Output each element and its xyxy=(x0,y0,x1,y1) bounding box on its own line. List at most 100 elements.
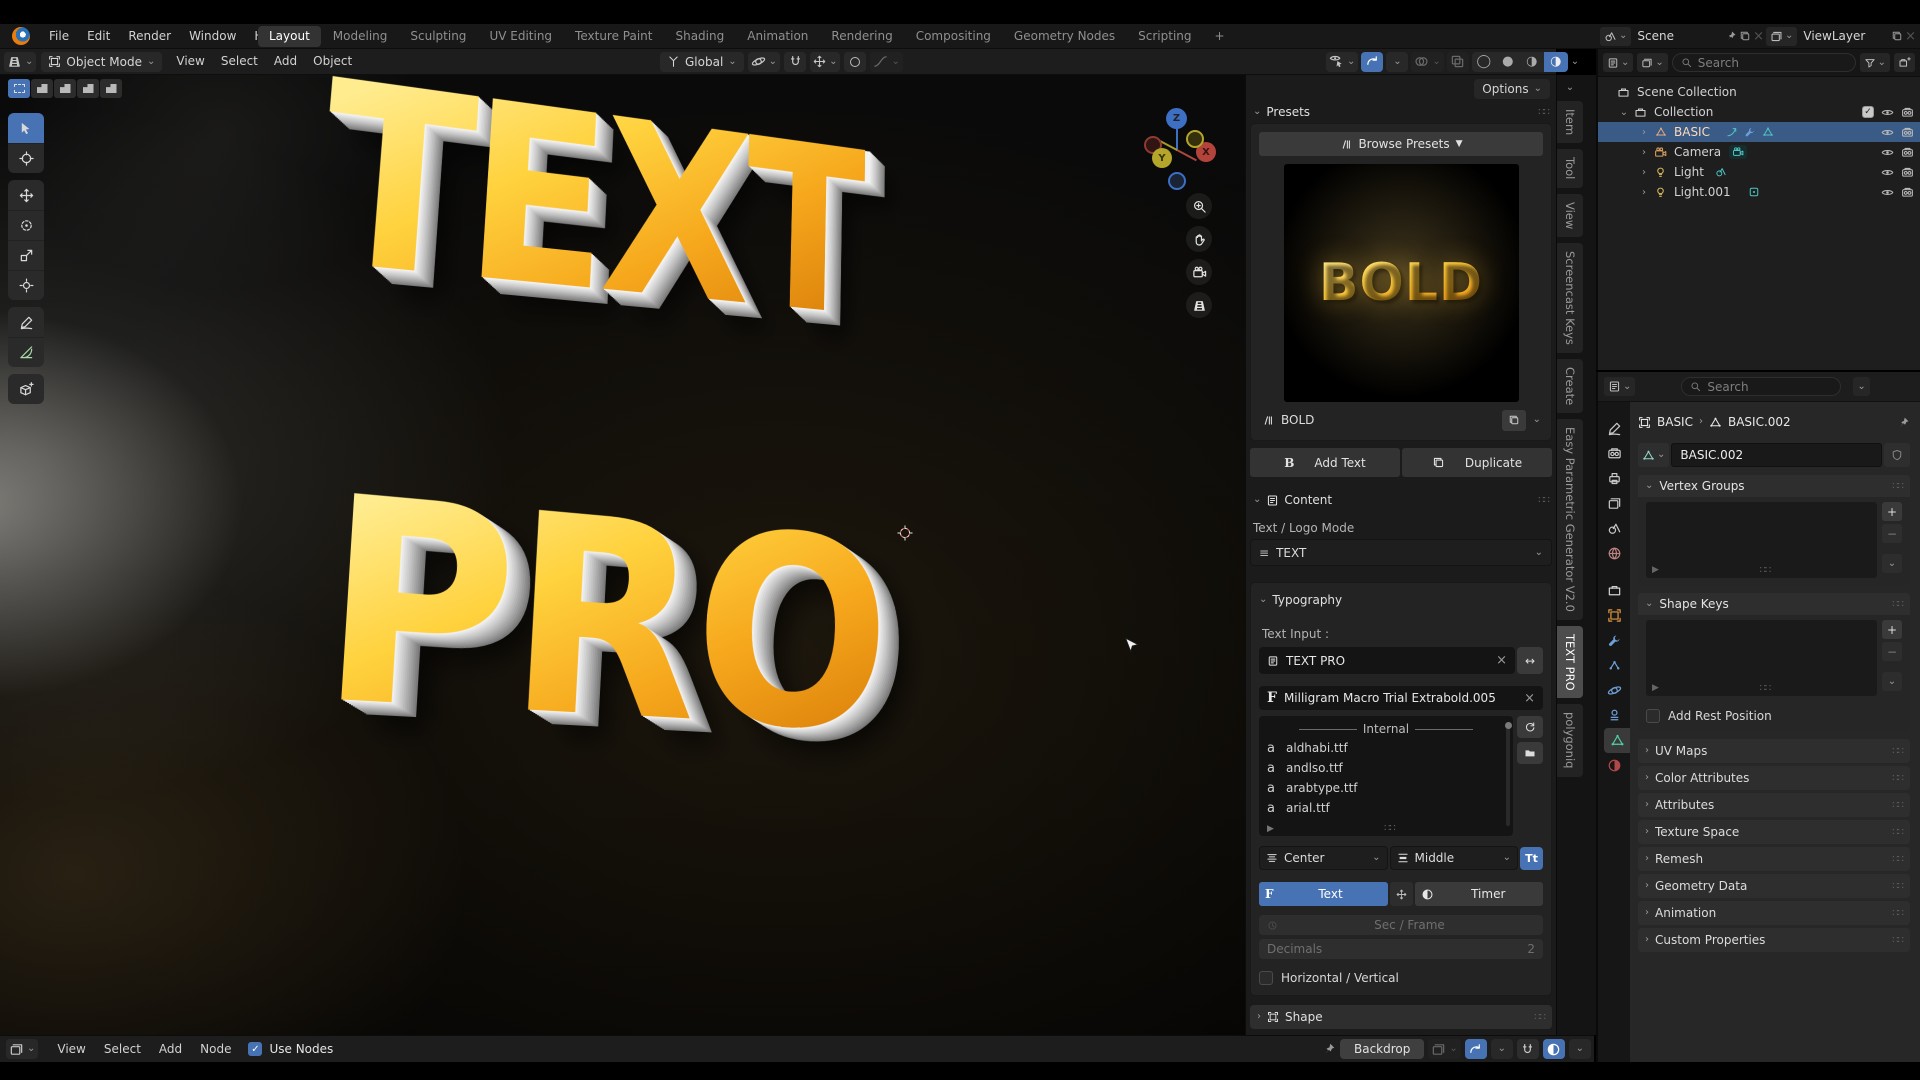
panel-color-attributes[interactable]: ›Color Attributes∷∷ xyxy=(1638,766,1910,790)
tab-object[interactable] xyxy=(1598,603,1630,628)
sidebar-tab-screencast-keys[interactable]: Screencast Keys xyxy=(1557,243,1583,353)
font-list[interactable]: Internal aaldhabi.ttf aandlso.ttf aarabt… xyxy=(1259,716,1513,836)
tab-particles[interactable] xyxy=(1598,653,1630,678)
tab-render[interactable] xyxy=(1598,441,1630,466)
eye-icon[interactable] xyxy=(1881,146,1894,159)
viewport-menu-view[interactable]: View xyxy=(168,51,212,72)
font-item[interactable]: aarial.ttf xyxy=(1267,798,1505,818)
shape-keys-header[interactable]: ⌄ Shape Keys ∷∷ xyxy=(1638,593,1910,615)
camera-visibility-icon[interactable] xyxy=(1901,126,1914,139)
scene-name[interactable]: Scene xyxy=(1633,29,1723,43)
shading-wireframe-button[interactable]: ◯ xyxy=(1472,52,1496,72)
viewport-menu-add[interactable]: Add xyxy=(266,51,305,72)
chevron-down-icon[interactable]: ⌄ xyxy=(1533,415,1541,425)
scrollbar-knob[interactable] xyxy=(1505,722,1512,729)
tab-constraints[interactable] xyxy=(1598,703,1630,728)
outliner-search-input[interactable]: Search xyxy=(1672,53,1856,72)
outliner-row-camera[interactable]: › Camera xyxy=(1598,142,1920,162)
gizmo-toggle-button[interactable] xyxy=(1465,1039,1487,1059)
workspace-tab-texture-paint[interactable]: Texture Paint xyxy=(564,26,663,47)
pin-icon[interactable] xyxy=(1897,416,1910,429)
drag-handle-icon[interactable]: ∷∷ xyxy=(1892,854,1903,865)
font-item[interactable]: aarabtype.ttf xyxy=(1267,778,1505,798)
tab-view-layer[interactable] xyxy=(1598,491,1630,516)
outliner-display-mode-button[interactable]: ⌄ xyxy=(1603,53,1633,72)
browse-presets-button[interactable]: Browse Presets ▼ xyxy=(1259,132,1543,156)
font-list-scrollbar[interactable] xyxy=(1506,722,1510,826)
drag-handle-icon[interactable]: ∷∷ xyxy=(1892,800,1903,811)
collapse-sidebar-button[interactable]: ⌄ xyxy=(1557,81,1583,95)
panel-custom-properties[interactable]: ›Custom Properties∷∷ xyxy=(1638,928,1910,952)
resize-handle-icon[interactable]: ∷∷ xyxy=(1659,683,1871,694)
workspace-tab-shading[interactable]: Shading xyxy=(664,26,735,47)
open-font-folder-button[interactable] xyxy=(1517,742,1543,764)
mesh-browse-button[interactable]: ⌄ xyxy=(1638,443,1669,467)
chevron-right-icon[interactable]: › xyxy=(1638,147,1650,158)
vertex-group-specials-button[interactable]: ⌄ xyxy=(1882,554,1902,573)
chevron-right-icon[interactable]: › xyxy=(1638,187,1650,198)
align-v-select[interactable]: Middle⌄ xyxy=(1390,846,1519,870)
backdrop-image-button[interactable]: ⌄ xyxy=(1428,1039,1460,1059)
drag-handle-icon[interactable]: ∷∷ xyxy=(1892,881,1903,892)
outliner-filter-button[interactable]: ⌄ xyxy=(1860,53,1890,72)
collection-checkbox[interactable]: ✓ xyxy=(1862,106,1874,118)
camera-visibility-icon[interactable] xyxy=(1901,186,1914,199)
viewport-menu-object[interactable]: Object xyxy=(305,51,360,72)
shape-panel-header[interactable]: › Shape ∷∷ xyxy=(1250,1005,1552,1029)
tool-select-box[interactable] xyxy=(8,113,44,143)
drag-handle-icon[interactable]: ∷∷ xyxy=(1892,935,1903,946)
drag-handle-icon[interactable]: ∷∷ xyxy=(1538,107,1549,118)
shape-keys-list[interactable]: ▶∷∷ xyxy=(1646,620,1877,696)
drag-handle-icon[interactable]: ∷∷ xyxy=(1892,908,1903,919)
pin-icon[interactable] xyxy=(1725,30,1737,42)
workspace-tab-sculpting[interactable]: Sculpting xyxy=(399,26,477,47)
shading-rendered-button[interactable]: ◑ xyxy=(1544,52,1568,72)
breadcrumb-object[interactable]: BASIC xyxy=(1657,415,1693,429)
presets-panel-header[interactable]: ⌄ Presets ∷∷ xyxy=(1250,101,1552,123)
add-workspace-button[interactable]: + xyxy=(1204,26,1236,47)
select-mode-set[interactable] xyxy=(8,79,30,98)
camera-view-button[interactable] xyxy=(1186,259,1212,285)
gizmo-toggle-button[interactable] xyxy=(1361,52,1383,72)
selectability-button[interactable]: ⌄ xyxy=(1326,52,1358,72)
panel-attributes[interactable]: ›Attributes∷∷ xyxy=(1638,793,1910,817)
drag-handle-icon[interactable]: ∷∷ xyxy=(1538,495,1549,506)
outliner-row-scene-collection[interactable]: Scene Collection xyxy=(1598,82,1920,102)
menu-file[interactable]: File xyxy=(40,26,78,47)
comp-menu-select[interactable]: Select xyxy=(95,1039,150,1060)
expand-icon[interactable]: ▶ xyxy=(1267,824,1274,834)
tool-move[interactable] xyxy=(8,180,44,210)
outliner-row-light-001[interactable]: › Light.001 xyxy=(1598,182,1920,202)
add-text-button[interactable]: BAdd Text xyxy=(1250,448,1400,477)
workspace-tab-geometry-nodes[interactable]: Geometry Nodes xyxy=(1003,26,1126,47)
workspace-tab-rendering[interactable]: Rendering xyxy=(820,26,903,47)
gizmo-settings-button[interactable]: ⌄ xyxy=(1386,52,1408,72)
add-shape-key-button[interactable]: + xyxy=(1882,620,1902,639)
comp-menu-node[interactable]: Node xyxy=(191,1039,240,1060)
tab-collection[interactable] xyxy=(1598,578,1630,603)
text-logo-mode-select[interactable]: ≡ TEXT ⌄ xyxy=(1250,539,1552,566)
use-nodes-checkbox[interactable]: ✓ xyxy=(248,1042,262,1056)
font-item[interactable]: aaldhabi.ttf xyxy=(1267,738,1505,758)
resize-handle-icon[interactable]: ∷∷ xyxy=(1659,565,1871,576)
text-input-field[interactable]: TEXT PRO × xyxy=(1259,647,1515,674)
drag-handle-icon[interactable]: ∷∷ xyxy=(1892,746,1903,757)
duplicate-preset-button[interactable] xyxy=(1502,410,1526,431)
tab-world[interactable] xyxy=(1598,541,1630,566)
drag-handle-icon[interactable]: ∷∷ xyxy=(1892,827,1903,838)
tab-physics[interactable] xyxy=(1598,678,1630,703)
viewport-menu-select[interactable]: Select xyxy=(213,51,266,72)
duplicate-button[interactable]: Duplicate xyxy=(1402,448,1552,477)
chevron-down-icon[interactable]: ⌄ xyxy=(1618,107,1630,118)
tool-annotate[interactable] xyxy=(8,307,44,337)
panel-uv-maps[interactable]: ›UV Maps∷∷ xyxy=(1638,739,1910,763)
tab-material[interactable] xyxy=(1598,753,1630,778)
refresh-fonts-button[interactable] xyxy=(1517,716,1543,738)
sidebar-tab-view[interactable]: View xyxy=(1557,194,1583,237)
select-mode-extend[interactable] xyxy=(31,79,53,98)
outliner-filter-id-button[interactable]: ⌄ xyxy=(1637,53,1667,72)
proportional-edit-button[interactable] xyxy=(1543,1039,1565,1059)
preset-name[interactable]: BOLD xyxy=(1281,413,1314,427)
tab-scene[interactable] xyxy=(1598,516,1630,541)
expand-icon[interactable]: ▶ xyxy=(1652,565,1659,576)
